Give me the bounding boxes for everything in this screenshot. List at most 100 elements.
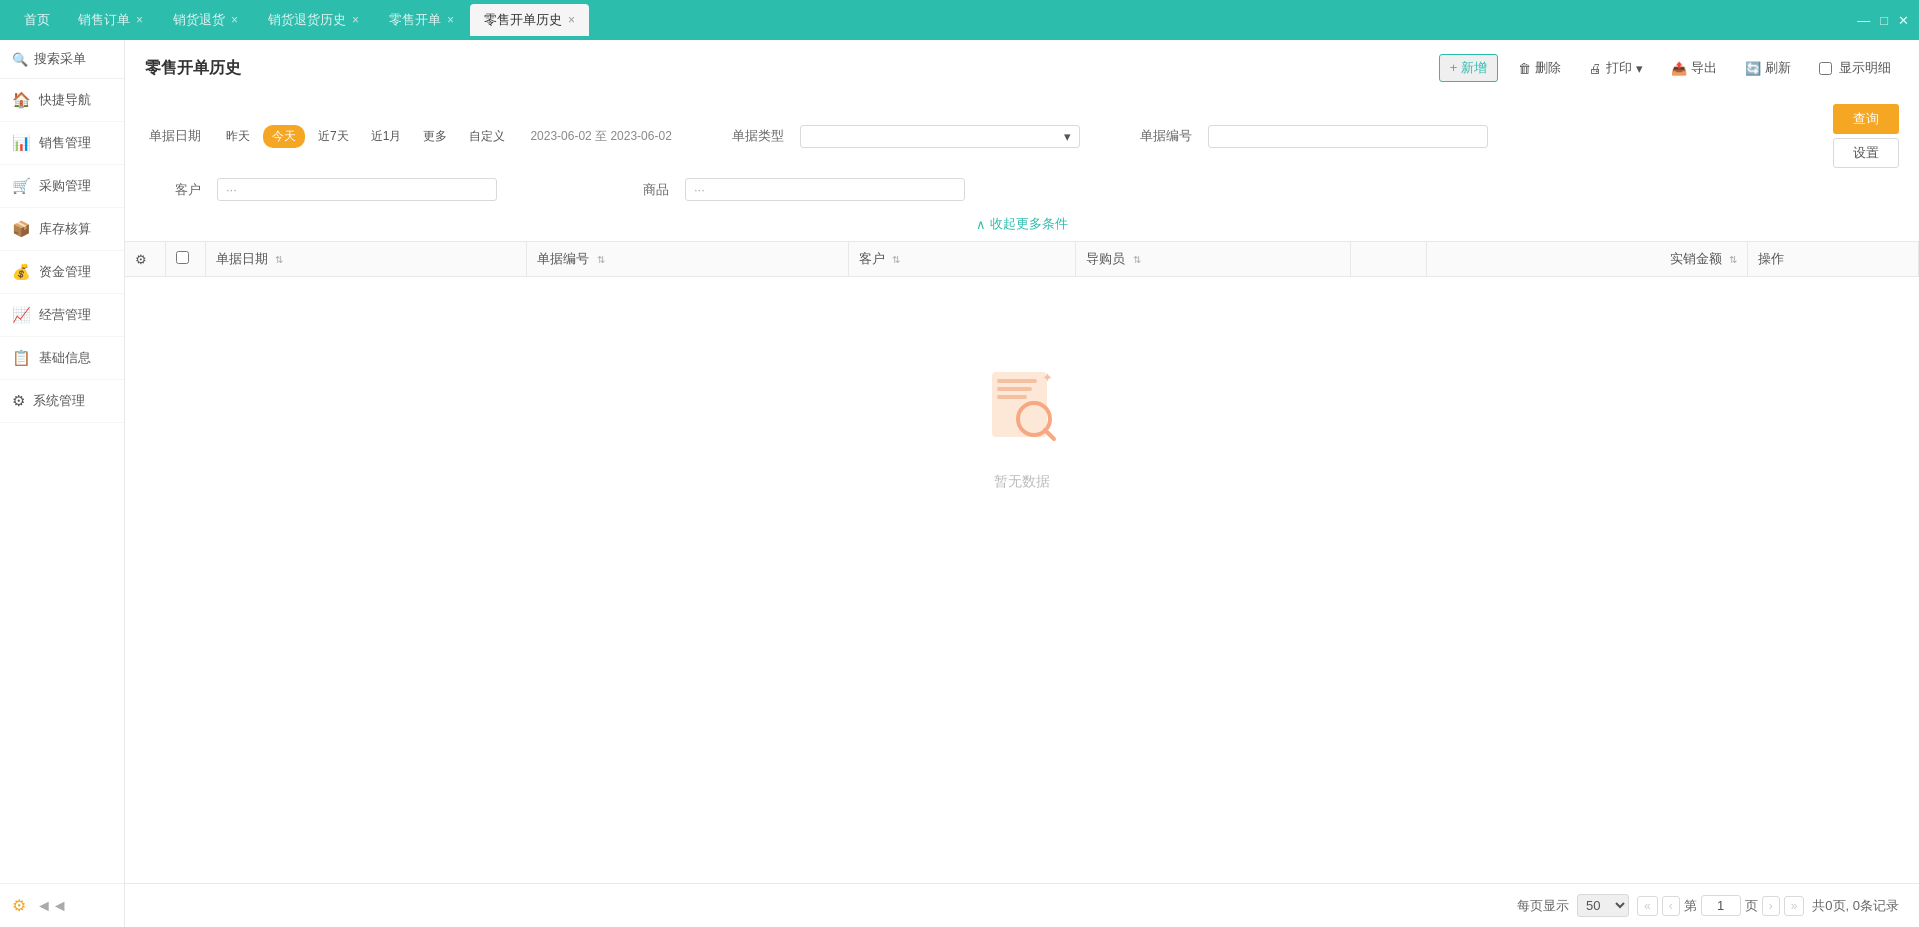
date-btn-custom[interactable]: 自定义: [460, 125, 514, 148]
sidebar-item-label: 库存核算: [39, 220, 91, 238]
select-all-checkbox[interactable]: [176, 251, 189, 264]
customer-input[interactable]: ···: [217, 178, 497, 201]
total-info: 共0页, 0条记录: [1812, 897, 1899, 915]
sort-icon-customer: ⇅: [892, 254, 900, 265]
data-table: ⚙ 单据日期 ⇅ 单据编号 ⇅ 客户 ⇅ 导购员 ⇅ 实销金额 ⇅ 操作: [125, 242, 1919, 571]
next-page-button[interactable]: ›: [1762, 896, 1780, 916]
sidebar-search[interactable]: 🔍 搜索采单: [0, 40, 124, 79]
svg-rect-1: [997, 379, 1037, 383]
th-customer[interactable]: 客户 ⇅: [848, 242, 1075, 277]
content-area: 零售开单历史 + 新增 🗑 删除 🖨 打印 ▾ 📤 导出: [125, 40, 1919, 927]
page-navigation: « ‹ 第 页 › »: [1637, 895, 1804, 916]
home-icon: 🏠: [12, 91, 31, 109]
tab-close-icon[interactable]: ×: [568, 14, 575, 26]
refresh-button[interactable]: 🔄 刷新: [1737, 55, 1799, 81]
sidebar-item-finance[interactable]: 💰 资金管理: [0, 251, 124, 294]
svg-rect-2: [997, 387, 1032, 391]
sort-icon-amount: ⇅: [1729, 254, 1737, 265]
doc-type-label: 单据类型: [728, 127, 784, 145]
th-checkbox[interactable]: [165, 242, 205, 277]
refresh-label: 刷新: [1765, 59, 1791, 77]
filter-row-2: 客户 ··· 商品 ···: [145, 178, 1899, 201]
page-label: 第: [1684, 897, 1697, 915]
sys-mgmt-icon: ⚙: [12, 392, 25, 410]
main-layout: 🔍 搜索采单 🏠 快捷导航 📊 销售管理 🛒 采购管理 📦 库存核算 💰 资金管…: [0, 40, 1919, 927]
basic-info-icon: 📋: [12, 349, 31, 367]
sidebar-item-purchase-mgmt[interactable]: 🛒 采购管理: [0, 165, 124, 208]
tab-label: 销货退货: [173, 11, 225, 29]
restore-button[interactable]: □: [1880, 13, 1888, 28]
delete-button[interactable]: 🗑 删除: [1510, 55, 1569, 81]
per-page-select[interactable]: 10 20 50 100: [1577, 894, 1629, 917]
th-no[interactable]: 单据编号 ⇅: [527, 242, 849, 277]
sidebar-item-label: 资金管理: [39, 263, 91, 281]
first-page-button[interactable]: «: [1637, 896, 1658, 916]
tab-close-icon[interactable]: ×: [447, 14, 454, 26]
goods-label: 商品: [613, 181, 669, 199]
prev-page-button[interactable]: ‹: [1662, 896, 1680, 916]
delete-label: 删除: [1535, 59, 1561, 77]
tab-sales-return[interactable]: 销货退货 ×: [159, 4, 252, 36]
table-header-row: ⚙ 单据日期 ⇅ 单据编号 ⇅ 客户 ⇅ 导购员 ⇅ 实销金额 ⇅ 操作: [125, 242, 1919, 277]
customer-label: 客户: [145, 181, 201, 199]
th-actions: 操作: [1748, 242, 1919, 277]
date-btn-more[interactable]: 更多: [414, 125, 456, 148]
display-detail-checkbox[interactable]: [1819, 62, 1832, 75]
tab-sales-return-history[interactable]: 销货退货历史 ×: [254, 4, 373, 36]
empty-state: ✦ 暂无数据: [125, 277, 1919, 571]
svg-rect-3: [997, 395, 1027, 399]
tab-close-icon[interactable]: ×: [231, 14, 238, 26]
close-button[interactable]: ✕: [1898, 13, 1909, 28]
export-button[interactable]: 📤 导出: [1663, 55, 1725, 81]
goods-input[interactable]: ···: [685, 178, 965, 201]
print-button[interactable]: 🖨 打印 ▾: [1581, 55, 1651, 81]
minimize-button[interactable]: —: [1857, 13, 1870, 28]
tab-home[interactable]: 首页: [10, 4, 64, 36]
export-icon: 📤: [1671, 61, 1687, 76]
tab-label: 销货退货历史: [268, 11, 346, 29]
th-settings[interactable]: ⚙: [125, 242, 165, 277]
sidebar-collapse-button[interactable]: ◄◄: [36, 897, 68, 915]
page-header: 零售开单历史 + 新增 🗑 删除 🖨 打印 ▾ 📤 导出: [125, 40, 1919, 242]
collapse-filter-button[interactable]: ∧ 收起更多条件: [145, 211, 1899, 241]
print-label: 打印: [1606, 59, 1632, 77]
tab-retail-open-history[interactable]: 零售开单历史 ×: [470, 4, 589, 36]
window-controls: — □ ✕: [1857, 13, 1909, 28]
doc-type-select[interactable]: ▾: [800, 125, 1080, 148]
last-page-button[interactable]: »: [1784, 896, 1805, 916]
add-button[interactable]: + 新增: [1439, 54, 1498, 82]
date-btn-1month[interactable]: 近1月: [362, 125, 411, 148]
empty-row: ✦ 暂无数据: [125, 277, 1919, 572]
filter-setting-button[interactable]: 设置: [1833, 138, 1899, 168]
sidebar-item-label: 采购管理: [39, 177, 91, 195]
th-amount[interactable]: 实销金额 ⇅: [1426, 242, 1748, 277]
date-btn-7days[interactable]: 近7天: [309, 125, 358, 148]
toolbar: + 新增 🗑 删除 🖨 打印 ▾ 📤 导出 🔄: [1439, 54, 1899, 82]
tab-retail-open[interactable]: 零售开单 ×: [375, 4, 468, 36]
date-range-display: 2023-06-02 至 2023-06-02: [530, 128, 671, 145]
sidebar: 🔍 搜索采单 🏠 快捷导航 📊 销售管理 🛒 采购管理 📦 库存核算 💰 资金管…: [0, 40, 125, 927]
page-number-input[interactable]: [1701, 895, 1741, 916]
tab-close-icon[interactable]: ×: [352, 14, 359, 26]
sidebar-item-sales-mgmt[interactable]: 📊 销售管理: [0, 122, 124, 165]
sidebar-item-operations[interactable]: 📈 经营管理: [0, 294, 124, 337]
display-detail-toggle[interactable]: 显示明细: [1811, 55, 1899, 81]
tab-close-icon[interactable]: ×: [136, 14, 143, 26]
tab-sales-order[interactable]: 销售订单 ×: [64, 4, 157, 36]
goods-dots: ···: [694, 182, 705, 197]
th-salesperson[interactable]: 导购员 ⇅: [1076, 242, 1350, 277]
sidebar-item-inventory[interactable]: 📦 库存核算: [0, 208, 124, 251]
date-btn-yesterday[interactable]: 昨天: [217, 125, 259, 148]
query-button[interactable]: 查询: [1833, 104, 1899, 134]
doc-no-input[interactable]: [1208, 125, 1488, 148]
th-date[interactable]: 单据日期 ⇅: [205, 242, 527, 277]
sidebar-item-sys-mgmt[interactable]: ⚙ 系统管理: [0, 380, 124, 423]
sidebar-item-basic-info[interactable]: 📋 基础信息: [0, 337, 124, 380]
date-btn-today[interactable]: 今天: [263, 125, 305, 148]
purchase-icon: 🛒: [12, 177, 31, 195]
inventory-icon: 📦: [12, 220, 31, 238]
table-body: ✦ 暂无数据: [125, 277, 1919, 572]
settings-gear-button[interactable]: ⚙: [12, 896, 26, 915]
sidebar-item-quick-nav[interactable]: 🏠 快捷导航: [0, 79, 124, 122]
page-title-row: 零售开单历史 + 新增 🗑 删除 🖨 打印 ▾ 📤 导出: [145, 54, 1899, 82]
